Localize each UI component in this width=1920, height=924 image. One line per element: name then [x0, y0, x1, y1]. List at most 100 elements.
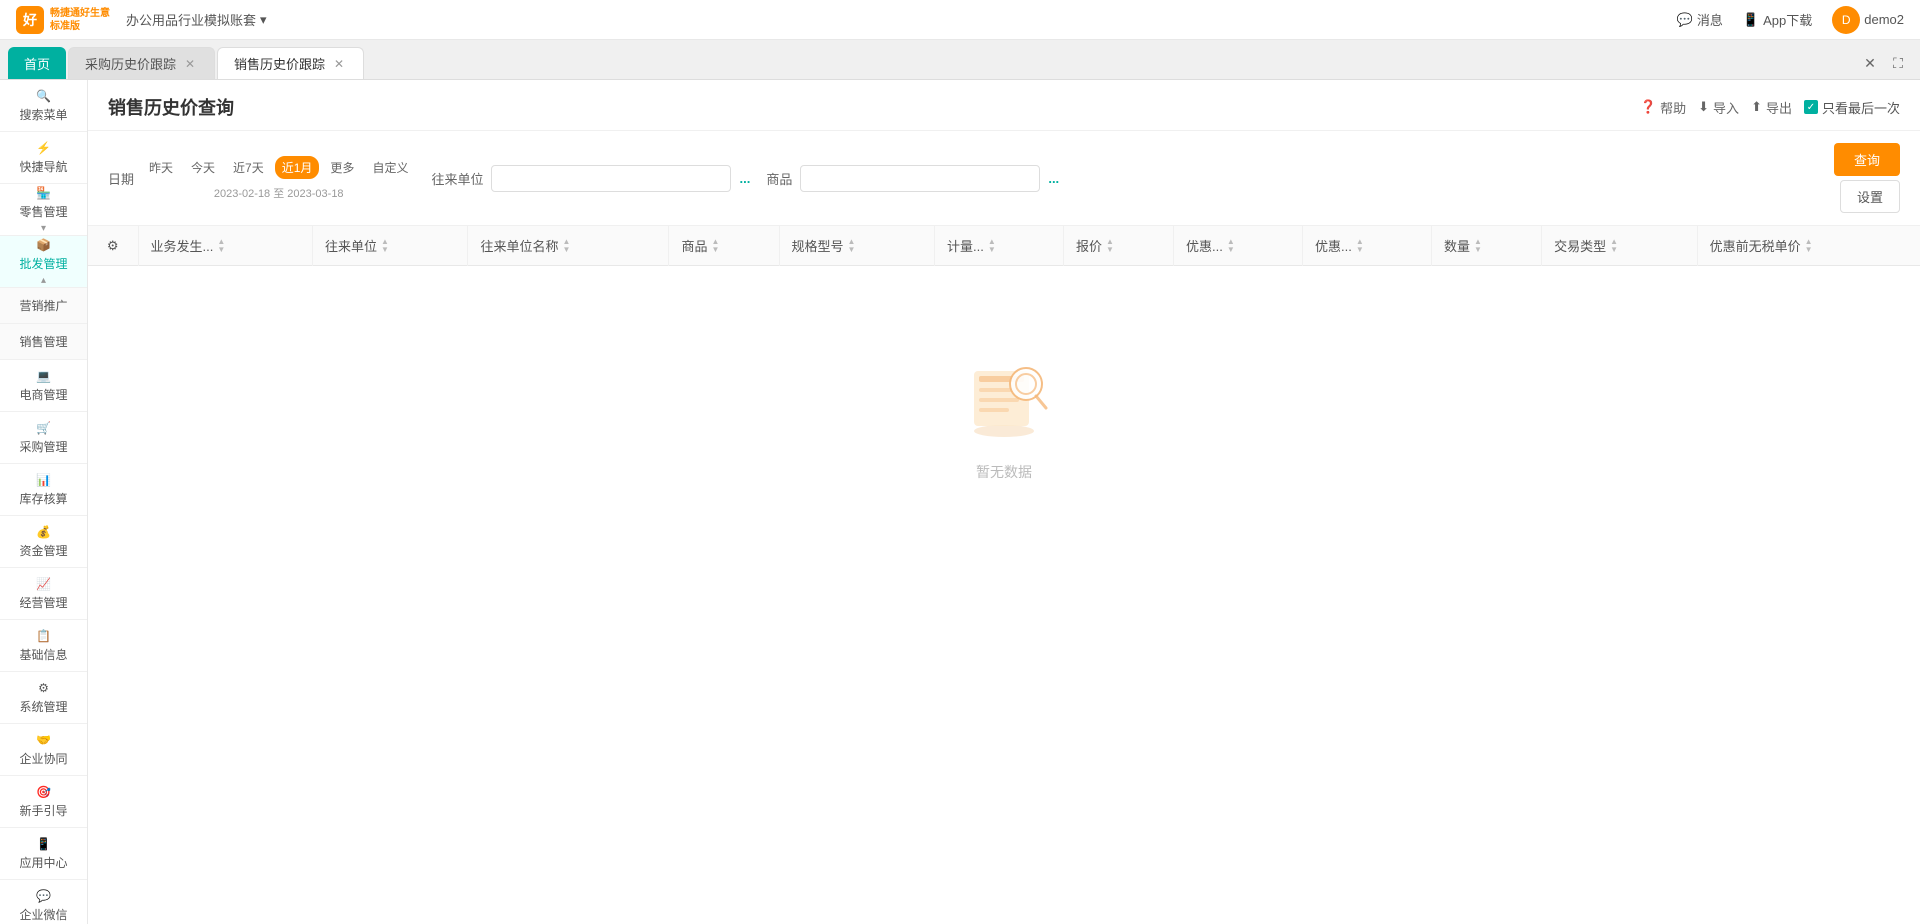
- col-spec-label: 规格型号: [792, 236, 844, 255]
- export-button[interactable]: ⬆ 导出: [1751, 98, 1792, 117]
- sort-arrows-customer-code: ▲▼: [381, 238, 389, 254]
- table-col-qty-sort[interactable]: 数量 ▲▼: [1444, 236, 1529, 255]
- avatar: D: [1832, 6, 1860, 34]
- sort-arrows-pretax: ▲▼: [1805, 238, 1813, 254]
- sidebar-item-wholesale[interactable]: 📦 批发管理 ▴: [0, 236, 87, 288]
- top-header: 好 畅捷通好生意 标准版 办公用品行业模拟账套 ▾ 💬 消息 📱 App下载 D…: [0, 0, 1920, 40]
- customer-filter-input[interactable]: [491, 165, 731, 192]
- user-name: demo2: [1864, 12, 1904, 27]
- wechat-icon: 💬: [36, 889, 51, 903]
- date-btn-1month[interactable]: 近1月: [275, 156, 320, 179]
- table-col-trade-type-sort[interactable]: 交易类型 ▲▼: [1554, 236, 1685, 255]
- goods-filter-ellipsis[interactable]: ...: [1048, 171, 1059, 186]
- date-btn-yesterday[interactable]: 昨天: [142, 156, 180, 179]
- tab-home[interactable]: 首页: [8, 47, 66, 79]
- table-col-customer-code-sort[interactable]: 往来单位 ▲▼: [325, 236, 456, 255]
- app-download-button[interactable]: 📱 App下载: [1743, 10, 1812, 29]
- tab-fullscreen-button[interactable]: ⛶: [1888, 53, 1908, 73]
- settings-button[interactable]: 设置: [1840, 180, 1900, 213]
- col-goods-label: 商品: [681, 236, 707, 255]
- tab-sales-history-label: 销售历史价跟踪: [234, 54, 325, 73]
- tab-close-all-button[interactable]: ✕: [1860, 53, 1880, 73]
- date-btn-more[interactable]: 更多: [323, 156, 361, 179]
- cart-icon: 🛒: [36, 421, 51, 435]
- message-button[interactable]: 💬 消息: [1677, 10, 1723, 29]
- sidebar-item-sales-mgmt[interactable]: 销售管理: [0, 324, 87, 360]
- customer-filter-group: 往来单位 ...: [431, 165, 750, 192]
- sort-arrows-date: ▲▼: [217, 238, 225, 254]
- sidebar-item-collaboration[interactable]: 🤝 企业协同: [0, 724, 87, 776]
- table-col-customer-name: 往来单位名称 ▲▼: [468, 226, 669, 266]
- monitor-icon: 💻: [36, 369, 51, 383]
- col-pretax-price-label: 优惠前无税单价: [1710, 236, 1801, 255]
- date-btn-today[interactable]: 今天: [184, 156, 222, 179]
- tab-sales-history-close[interactable]: ✕: [331, 56, 347, 72]
- table-col-discount1-sort[interactable]: 优惠... ▲▼: [1186, 236, 1290, 255]
- filter-bar: 日期 昨天 今天 近7天 近1月 更多 自定义 2023-02-18 至 202…: [88, 131, 1920, 226]
- customer-filter-ellipsis[interactable]: ...: [739, 171, 750, 186]
- query-button[interactable]: 查询: [1834, 143, 1900, 176]
- table-col-unit-sort[interactable]: 计量... ▲▼: [947, 236, 1051, 255]
- sidebar-item-basics-label: 基础信息: [19, 646, 67, 663]
- user-menu[interactable]: D demo2: [1832, 6, 1904, 34]
- sort-arrows-discount1: ▲▼: [1227, 238, 1235, 254]
- app-selector[interactable]: 办公用品行业模拟账套 ▾: [118, 6, 275, 33]
- export-label: 导出: [1766, 98, 1792, 117]
- message-icon: 💬: [1677, 12, 1693, 28]
- sidebar-item-retail[interactable]: 🏪 零售管理 ▾: [0, 184, 87, 236]
- sidebar-item-system[interactable]: ⚙ 系统管理: [0, 672, 87, 724]
- table-col-settings[interactable]: ⚙: [88, 226, 138, 266]
- sidebar-item-search[interactable]: 🔍 搜索菜单: [0, 80, 87, 132]
- date-btn-7days[interactable]: 近7天: [226, 156, 271, 179]
- table-col-unit: 计量... ▲▼: [935, 226, 1064, 266]
- tab-purchase-history[interactable]: 采购历史价跟踪 ✕: [68, 47, 215, 79]
- table-col-customer-name-sort[interactable]: 往来单位名称 ▲▼: [480, 236, 656, 255]
- sidebar-item-marketing-label: 营销推广: [19, 297, 67, 314]
- sidebar-item-purchase[interactable]: 🛒 采购管理: [0, 412, 87, 464]
- gear-icon: ⚙: [38, 681, 49, 695]
- goods-filter-input[interactable]: [800, 165, 1040, 192]
- date-btn-custom[interactable]: 自定义: [365, 156, 415, 179]
- table-col-goods-sort[interactable]: 商品 ▲▼: [681, 236, 766, 255]
- sidebar-item-operations[interactable]: 📈 经营管理: [0, 568, 87, 620]
- sidebar-item-basics[interactable]: 📋 基础信息: [0, 620, 87, 672]
- date-filter-group: 日期 昨天 今天 近7天 近1月 更多 自定义 2023-02-18 至 202…: [108, 156, 415, 201]
- table-col-discount1: 优惠... ▲▼: [1174, 226, 1303, 266]
- table-col-qty: 数量 ▲▼: [1432, 226, 1542, 266]
- date-shortcuts: 昨天 今天 近7天 近1月 更多 自定义 2023-02-18 至 2023-0…: [142, 156, 415, 201]
- tab-sales-history[interactable]: 销售历史价跟踪 ✕: [217, 47, 364, 79]
- table-settings-icon[interactable]: ⚙: [107, 238, 119, 253]
- sidebar-item-ecommerce[interactable]: 💻 电商管理: [0, 360, 87, 412]
- sidebar-item-guide[interactable]: 🎯 新手引导: [0, 776, 87, 828]
- help-button[interactable]: ❓ 帮助: [1640, 98, 1686, 117]
- sidebar-item-wechat-label: 企业微信: [19, 906, 67, 923]
- table-col-pretax-price-sort[interactable]: 优惠前无税单价 ▲▼: [1710, 236, 1908, 255]
- chevron-down-icon: ▾: [260, 12, 267, 28]
- tab-purchase-history-close[interactable]: ✕: [182, 56, 198, 72]
- table-col-discount2-sort[interactable]: 优惠... ▲▼: [1315, 236, 1419, 255]
- sort-arrows-qty: ▲▼: [1474, 238, 1482, 254]
- lightning-icon: ⚡: [36, 141, 51, 155]
- sidebar-item-apps[interactable]: 📱 应用中心: [0, 828, 87, 880]
- sidebar-item-finance[interactable]: 💰 资金管理: [0, 516, 87, 568]
- sidebar-item-inventory[interactable]: 📊 库存核算: [0, 464, 87, 516]
- sort-arrows-spec: ▲▼: [848, 238, 856, 254]
- table-col-spec-sort[interactable]: 规格型号 ▲▼: [792, 236, 923, 255]
- goods-filter-label: 商品: [766, 169, 792, 188]
- sidebar-item-system-label: 系统管理: [19, 698, 67, 715]
- table-col-customer-code: 往来单位 ▲▼: [312, 226, 468, 266]
- app-logo-text: 畅捷通好生意 标准版: [50, 7, 110, 33]
- sidebar-item-purchase-label: 采购管理: [19, 438, 67, 455]
- import-button[interactable]: ⬇ 导入: [1698, 98, 1739, 117]
- sidebar-item-shortcuts[interactable]: ⚡ 快捷导航: [0, 132, 87, 184]
- table-col-price-sort[interactable]: 报价 ▲▼: [1076, 236, 1161, 255]
- sort-arrows-trade-type: ▲▼: [1610, 238, 1618, 254]
- sidebar-item-marketing[interactable]: 营销推广: [0, 288, 87, 324]
- header-left: 好 畅捷通好生意 标准版 办公用品行业模拟账套 ▾: [16, 6, 275, 34]
- help-label: 帮助: [1660, 98, 1686, 117]
- table-col-date-sort[interactable]: 业务发生... ▲▼: [151, 236, 300, 255]
- only-last-checkbox[interactable]: ✓ 只看最后一次: [1804, 98, 1900, 117]
- trending-icon: 📈: [36, 577, 51, 591]
- col-discount1-label: 优惠...: [1186, 236, 1223, 255]
- sidebar-item-wechat[interactable]: 💬 企业微信: [0, 880, 87, 924]
